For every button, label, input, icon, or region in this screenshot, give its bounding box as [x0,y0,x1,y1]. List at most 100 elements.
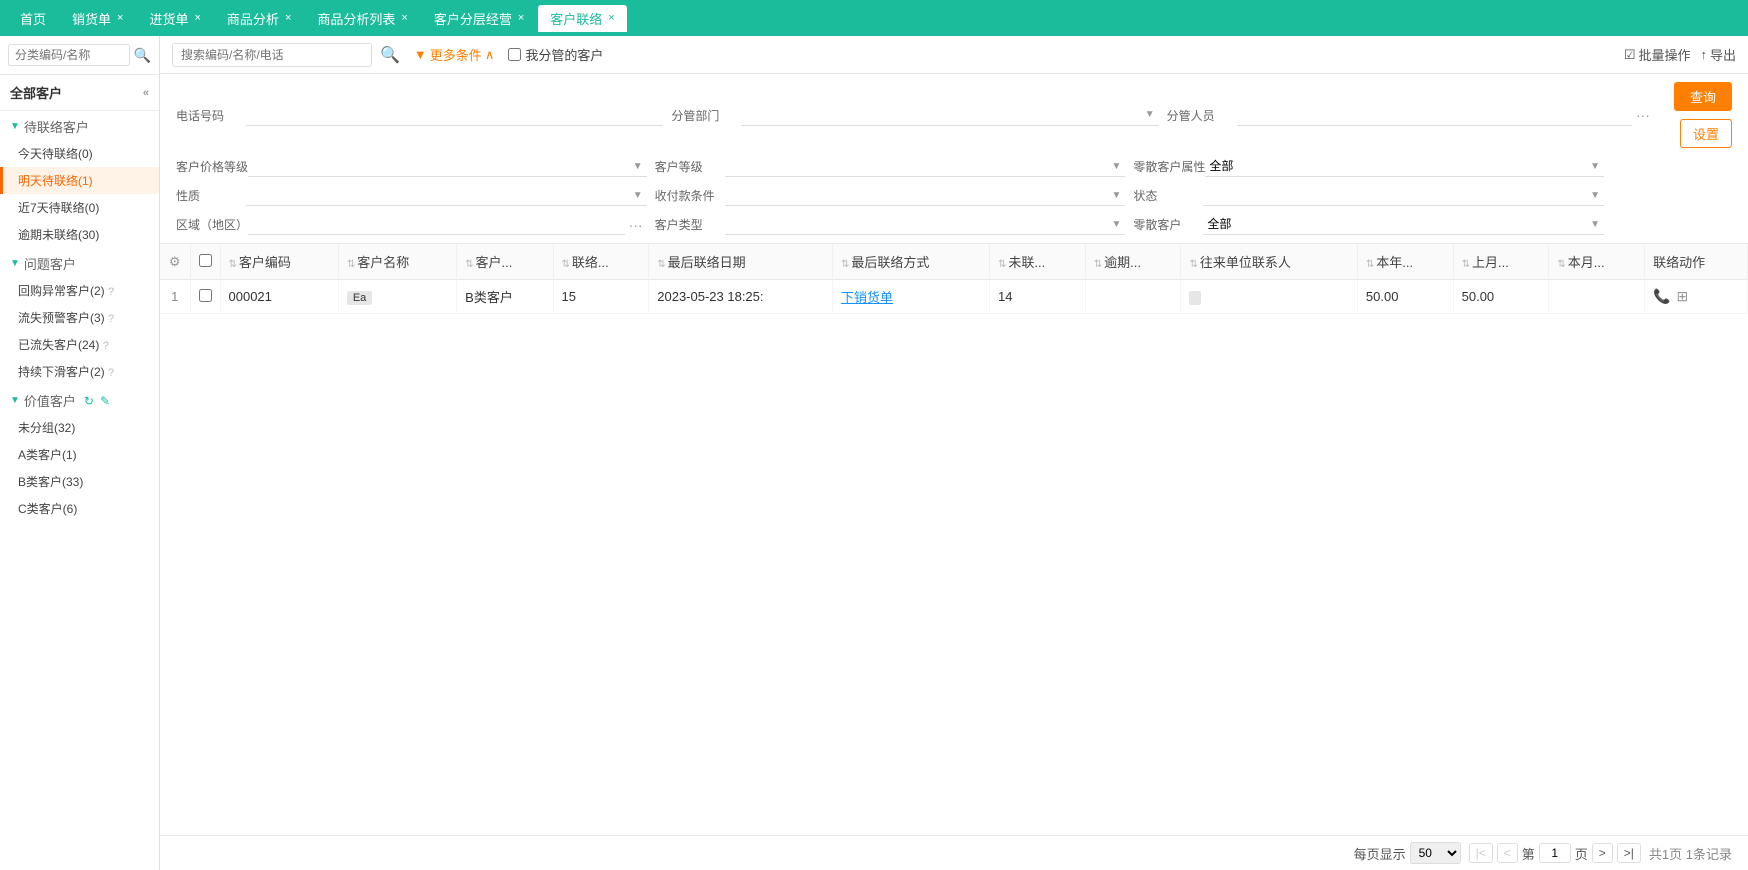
search-button[interactable]: 🔍 [380,45,400,65]
phone-action-icon[interactable]: 📞 [1653,288,1670,305]
sidebar-all-customers[interactable]: 全部客户 « [0,75,159,111]
query-button[interactable]: 查询 [1674,82,1732,111]
next-page-button[interactable]: > [1592,843,1613,863]
th-customer-type[interactable]: ⇅客户... [457,244,553,280]
th-last-contact-date[interactable]: ⇅最后联络日期 [649,244,833,280]
table-body: 1 000021 Ea B类客户 15 2023-05-23 18:25: 下销… [160,280,1748,314]
payment-terms-select-wrap: ▼ [725,185,1126,206]
th-contact-count[interactable]: ⇅联络... [553,244,649,280]
settings-button[interactable]: 设置 [1680,119,1732,148]
group1-arrow-icon: ▼ [10,121,20,132]
close-sales-order-icon[interactable]: × [117,12,123,24]
th-checkbox [190,244,220,280]
sidebar-item-class-a[interactable]: A类客户(1) [0,441,159,468]
sidebar-content: 全部客户 « ▼ 待联络客户 今天待联络(0) 明天待联络(1) 近7天待联络(… [0,75,159,870]
filter-customer-type: 客户类型 ▼ [655,214,1126,235]
grid-action-icon[interactable]: ⊞ [1677,288,1689,305]
edit-value-icon[interactable]: ✎ [100,394,110,408]
batch-action-button[interactable]: ☑ 批量操作 [1624,45,1691,64]
sidebar-collapse-icon[interactable]: « [143,87,149,99]
th-customer-code[interactable]: ⇅客户编码 [220,244,338,280]
sidebar-item-churned[interactable]: 已流失客户(24) ? [0,331,159,358]
sidebar-item-repurchase-anomaly[interactable]: 回购异常客户(2) ? [0,277,159,304]
sidebar-item-declining[interactable]: 持续下滑客户(2) ? [0,358,159,385]
dept-select[interactable] [741,105,1158,125]
region-dots-icon[interactable]: ··· [625,217,647,233]
sort-lastmonth-icon: ⇅ [1462,259,1470,270]
page-number-input[interactable] [1539,843,1571,863]
page-size-select[interactable]: 10 20 50 100 [1410,842,1461,864]
nature-select[interactable] [246,185,647,205]
retail-attr-select-wrap: 全部 ▼ [1205,156,1604,177]
price-level-select-wrap: ▼ [248,156,647,177]
sidebar-item-tomorrow-contact[interactable]: 明天待联络(1) [0,167,159,194]
more-conditions-button[interactable]: ▼ 更多条件 ∧ [408,42,500,67]
customer-type-select[interactable] [725,214,1126,234]
filter-payment-terms: 收付款条件 ▼ [655,185,1126,206]
sidebar-search-icon[interactable]: 🔍 [134,47,151,64]
payment-terms-select[interactable] [725,185,1126,205]
th-overdue[interactable]: ⇅逾期... [1085,244,1181,280]
table-gear-icon[interactable]: ⚙ [169,254,181,269]
sidebar-item-today-contact[interactable]: 今天待联络(0) [0,140,159,167]
th-last-month[interactable]: ⇅上月... [1453,244,1549,280]
sidebar-item-class-b[interactable]: B类客户(33) [0,468,159,495]
nav-purchase-order[interactable]: 进货单 × [137,5,212,32]
status-select[interactable] [1203,185,1604,205]
export-button[interactable]: ↑ 导出 [1700,45,1736,64]
td-uncontact: 14 [990,280,1086,314]
sidebar-item-churn-warning[interactable]: 流失预警客户(3) ? [0,304,159,331]
close-product-analysis-icon[interactable]: × [285,12,291,24]
sidebar-item-ungrouped[interactable]: 未分组(32) [0,414,159,441]
my-customers-checkbox[interactable] [508,48,521,61]
sidebar-item-7day-contact[interactable]: 近7天待联络(0) [0,194,159,221]
close-customer-contact-icon[interactable]: × [608,12,614,24]
nav-customer-segmentation[interactable]: 客户分层经营 × [422,5,536,32]
th-this-month[interactable]: ⇅本月... [1549,244,1645,280]
dept-select-wrap: ▼ [741,105,1158,126]
sidebar-search-input[interactable] [8,44,130,66]
last-page-button[interactable]: >| [1617,843,1641,863]
th-customer-name[interactable]: ⇅客户名称 [338,244,456,280]
phone-input[interactable] [246,105,663,126]
sort-person-icon: ⇅ [1189,259,1197,270]
customer-name-masked: Ea [347,291,372,305]
retail-customer-select[interactable]: 全部 [1203,214,1604,234]
th-uncontact[interactable]: ⇅未联... [990,244,1086,280]
region-input[interactable] [248,214,625,235]
my-customers-checkbox-label[interactable]: 我分管的客户 [508,45,603,64]
sidebar-item-overdue-contact[interactable]: 逾期未联络(30) [0,221,159,248]
row-checkbox[interactable] [199,289,212,302]
filter-customer-level: 客户等级 ▼ [655,156,1126,177]
refresh-icon[interactable]: ↻ [84,394,94,408]
nav-home[interactable]: 首页 [8,5,58,32]
td-last-contact-method[interactable]: 下销货单 [832,280,989,314]
close-purchase-order-icon[interactable]: × [194,12,200,24]
total-info: 共1页 1条记录 [1649,844,1732,863]
search-input[interactable] [172,43,372,67]
export-icon: ↑ [1700,47,1707,62]
last-contact-method-link[interactable]: 下销货单 [841,290,893,305]
sort-date-icon: ⇅ [657,259,665,270]
nav-product-analysis-list[interactable]: 商品分析列表 × [305,5,419,32]
select-all-checkbox[interactable] [199,254,212,267]
filter-bar: 🔍 ▼ 更多条件 ∧ 我分管的客户 ☑ 批量操作 ↑ 导出 [160,36,1748,74]
prev-page-button[interactable]: < [1497,843,1518,863]
manager-input[interactable] [1237,105,1632,126]
th-last-contact-method[interactable]: ⇅最后联络方式 [832,244,989,280]
nav-product-analysis[interactable]: 商品分析 × [215,5,303,32]
close-customer-segmentation-icon[interactable]: × [518,12,524,24]
retail-attr-select[interactable]: 全部 [1205,156,1604,176]
th-this-year[interactable]: ⇅本年... [1357,244,1453,280]
nav-customer-contact[interactable]: 客户联络 × [538,5,626,32]
page-size-control: 每页显示 10 20 50 100 [1354,842,1461,864]
manager-dots-icon[interactable]: ··· [1632,107,1654,123]
price-level-select[interactable] [248,156,647,176]
customer-level-select[interactable] [725,156,1126,176]
th-contact-person[interactable]: ⇅往来单位联系人 [1181,244,1357,280]
nav-sales-order[interactable]: 销货单 × [60,5,135,32]
td-customer-code: 000021 [220,280,338,314]
close-product-analysis-list-icon[interactable]: × [401,12,407,24]
sidebar-item-class-c[interactable]: C类客户(6) [0,495,159,522]
first-page-button[interactable]: |< [1469,843,1493,863]
